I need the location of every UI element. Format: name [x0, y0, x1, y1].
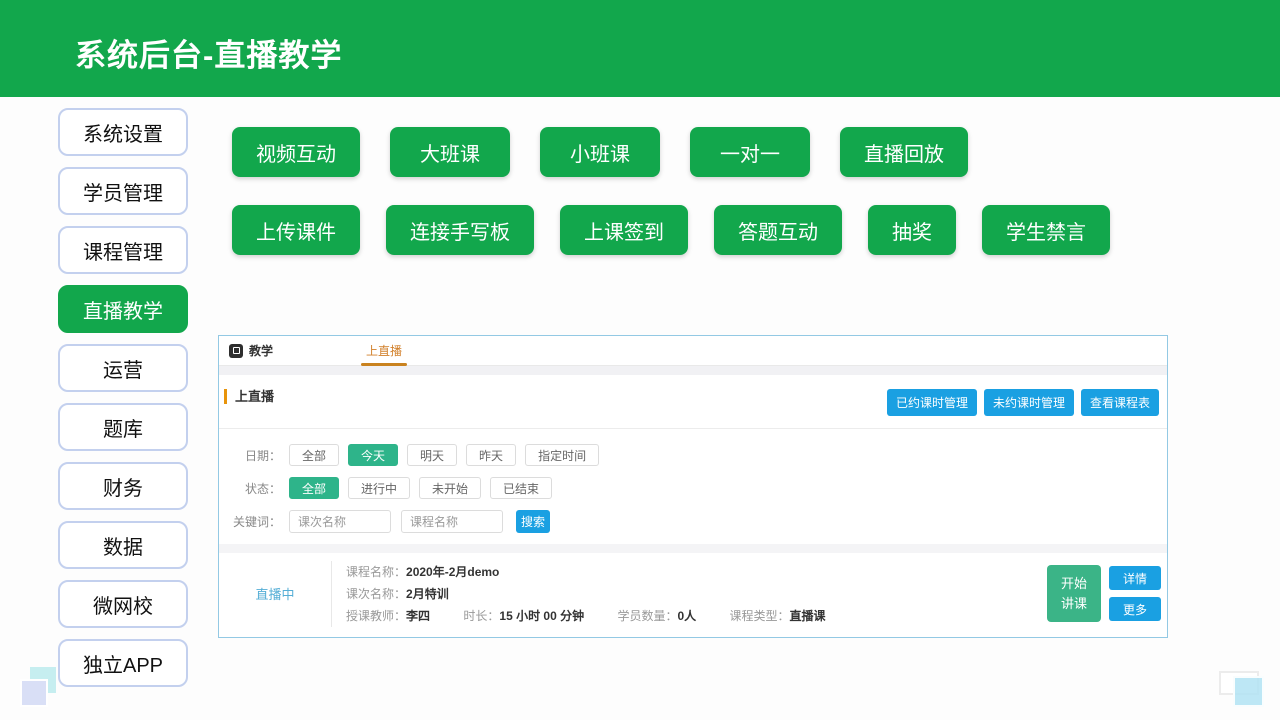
panel-divider-strip: [219, 366, 1167, 375]
filter-area: 日期： 全部 今天 明天 昨天 指定时间 状态： 全部 进行中 未开始 已结束 …: [219, 429, 1167, 533]
feature-mute-student-button[interactable]: 学生禁言: [982, 205, 1110, 255]
feature-small-class-button[interactable]: 小班课: [540, 127, 660, 177]
panel-section-header: 上直播 已约课时管理 未约课时管理 查看课程表: [219, 375, 1167, 416]
tab-go-live[interactable]: 上直播: [366, 336, 402, 365]
feature-lottery-button[interactable]: 抽奖: [868, 205, 956, 255]
sidebar-item-data[interactable]: 数据: [58, 521, 188, 569]
feature-row-2: 上传课件 连接手写板 上课签到 答题互动 抽奖 学生禁言: [232, 205, 1110, 255]
date-filter-options: 全部 今天 明天 昨天 指定时间: [289, 444, 599, 466]
teaching-logo-icon: [229, 344, 243, 358]
date-option-yesterday[interactable]: 昨天: [466, 444, 516, 466]
sidebar-item-live-teaching[interactable]: 直播教学: [58, 285, 188, 333]
course-meta-line: 授课教师：李四 时长：15 小时 00 分钟 学员数量：0人 课程类型：直播课: [346, 607, 1047, 624]
status-option-ended[interactable]: 已结束: [490, 477, 552, 499]
course-row-buttons: 开始 讲课 详情 更多: [1047, 565, 1161, 622]
detail-button[interactable]: 详情: [1109, 566, 1161, 590]
feature-row-1: 视频互动 大班课 小班课 一对一 直播回放: [232, 127, 1110, 177]
unbooked-lessons-button[interactable]: 未约课时管理: [984, 389, 1074, 416]
admin-panel: 教学 上直播 上直播 已约课时管理 未约课时管理 查看课程表 日期： 全部 今天…: [218, 335, 1168, 638]
panel-tab-bar: 教学 上直播: [219, 336, 1167, 366]
course-type-meta: 课程类型：直播课: [729, 609, 825, 623]
keyword-filter-label: 关键词：: [231, 513, 281, 530]
status-option-all[interactable]: 全部: [289, 477, 339, 499]
sidebar-item-student-management[interactable]: 学员管理: [58, 167, 188, 215]
section-title: 上直播: [224, 389, 274, 404]
course-name-input[interactable]: [401, 510, 503, 533]
page-header: 系统后台-直播教学: [0, 0, 1280, 97]
feature-large-class-button[interactable]: 大班课: [390, 127, 510, 177]
date-option-tomorrow[interactable]: 明天: [407, 444, 457, 466]
lesson-name-value: 2月特训: [406, 587, 449, 601]
feature-live-replay-button[interactable]: 直播回放: [840, 127, 968, 177]
start-teaching-button[interactable]: 开始 讲课: [1047, 565, 1101, 622]
panel-actions: 已约课时管理 未约课时管理 查看课程表: [887, 389, 1159, 416]
course-side-buttons: 详情 更多: [1109, 566, 1161, 621]
feature-connect-tablet-button[interactable]: 连接手写板: [386, 205, 534, 255]
sidebar-item-system-settings[interactable]: 系统设置: [58, 108, 188, 156]
feature-upload-courseware-button[interactable]: 上传课件: [232, 205, 360, 255]
booked-lessons-button[interactable]: 已约课时管理: [887, 389, 977, 416]
sidebar-item-operations[interactable]: 运营: [58, 344, 188, 392]
student-count-meta: 学员数量：0人: [617, 609, 696, 623]
lesson-name-input[interactable]: [289, 510, 391, 533]
sidebar-item-standalone-app[interactable]: 独立APP: [58, 639, 188, 687]
decor-square-lavender-left: [20, 679, 48, 707]
course-name-line: 课程名称：2020年-2月demo: [346, 563, 1047, 580]
search-button[interactable]: 搜索: [516, 510, 550, 533]
course-row: 直播中 课程名称：2020年-2月demo 课次名称：2月特训 授课教师：李四 …: [219, 553, 1167, 634]
date-option-today[interactable]: 今天: [348, 444, 398, 466]
status-filter-label: 状态：: [231, 480, 281, 497]
date-option-custom[interactable]: 指定时间: [525, 444, 599, 466]
filter-row-date: 日期： 全部 今天 明天 昨天 指定时间: [231, 444, 1167, 466]
sidebar-item-finance[interactable]: 财务: [58, 462, 188, 510]
sidebar-item-course-management[interactable]: 课程管理: [58, 226, 188, 274]
course-name-label: 课程名称：: [346, 565, 406, 579]
duration-meta: 时长：15 小时 00 分钟: [463, 609, 584, 623]
sidebar: 系统设置 学员管理 课程管理 直播教学 运营 题库 财务 数据 微网校 独立AP…: [58, 108, 188, 698]
feature-one-on-one-button[interactable]: 一对一: [690, 127, 810, 177]
feature-quiz-interaction-button[interactable]: 答题互动: [714, 205, 842, 255]
date-option-all[interactable]: 全部: [289, 444, 339, 466]
page-title: 系统后台-直播教学: [75, 30, 342, 75]
filter-row-status: 状态： 全部 进行中 未开始 已结束: [231, 477, 1167, 499]
lesson-name-label: 课次名称：: [346, 587, 406, 601]
status-filter-options: 全部 进行中 未开始 已结束: [289, 477, 552, 499]
more-button[interactable]: 更多: [1109, 597, 1161, 621]
course-name-value: 2020年-2月demo: [406, 565, 499, 579]
status-option-ongoing[interactable]: 进行中: [348, 477, 410, 499]
panel-brand: 教学: [229, 342, 273, 359]
feature-class-signin-button[interactable]: 上课签到: [560, 205, 688, 255]
view-schedule-button[interactable]: 查看课程表: [1081, 389, 1159, 416]
teacher-meta: 授课教师：李四: [346, 609, 430, 623]
date-filter-label: 日期：: [231, 447, 281, 464]
sidebar-item-micro-school[interactable]: 微网校: [58, 580, 188, 628]
feature-buttons: 视频互动 大班课 小班课 一对一 直播回放 上传课件 连接手写板 上课签到 答题…: [232, 127, 1110, 283]
sidebar-item-question-bank[interactable]: 题库: [58, 403, 188, 451]
course-details: 课程名称：2020年-2月demo 课次名称：2月特训 授课教师：李四 时长：1…: [332, 558, 1047, 629]
list-divider-band: [219, 544, 1167, 553]
status-option-not-started[interactable]: 未开始: [419, 477, 481, 499]
lesson-name-line: 课次名称：2月特训: [346, 585, 1047, 602]
panel-brand-label: 教学: [249, 342, 273, 359]
live-status-badge: 直播中: [219, 584, 331, 603]
filter-row-keyword: 关键词： 搜索: [231, 510, 1167, 533]
decor-square-cyan-right: [1233, 676, 1264, 707]
feature-video-interaction-button[interactable]: 视频互动: [232, 127, 360, 177]
